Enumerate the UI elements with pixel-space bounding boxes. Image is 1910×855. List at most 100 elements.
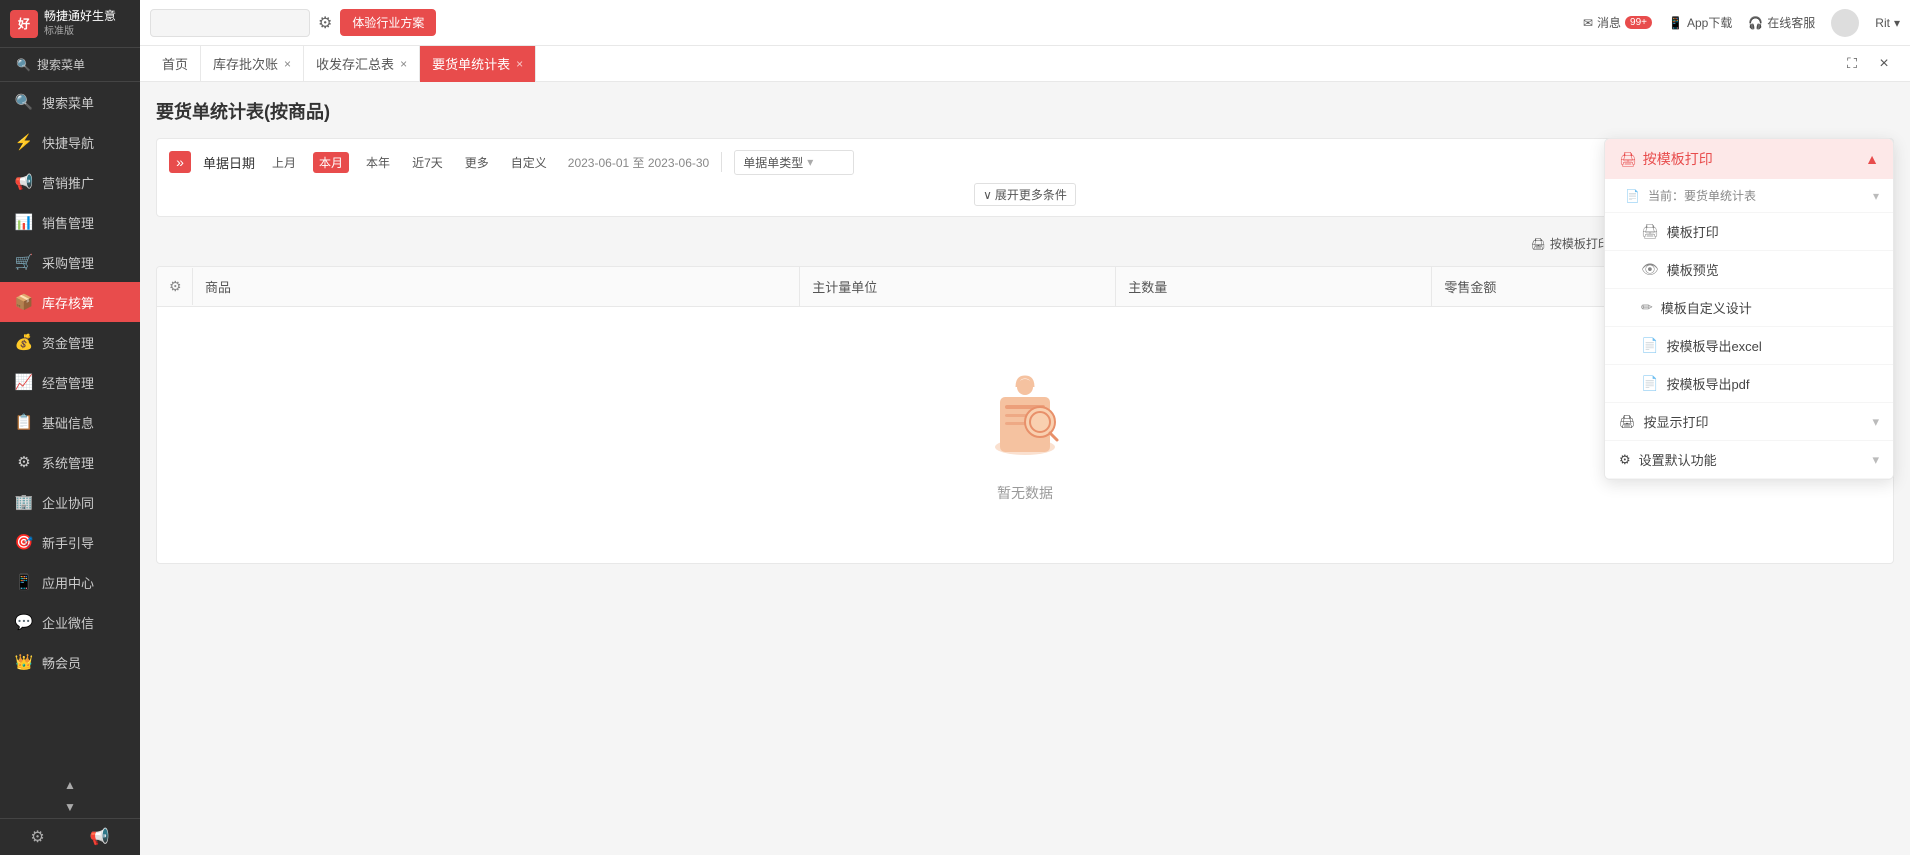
online-service-button[interactable]: 🎧 在线客服 xyxy=(1748,14,1815,31)
tabs-window-max-button[interactable]: ⛶ xyxy=(1836,46,1868,82)
sidebar-item-appstore[interactable]: 📱 应用中心 xyxy=(0,562,140,602)
sidebar-item-member[interactable]: 👑 畅会员 xyxy=(0,642,140,682)
sidebar-scroll-down[interactable]: ▼ xyxy=(0,796,140,818)
date-btn-this-month[interactable]: 本月 xyxy=(313,152,349,173)
message-button[interactable]: ✉ 消息 99+ xyxy=(1583,14,1652,31)
print-current-item[interactable]: 📄 当前：要货单统计表 ▾ xyxy=(1605,179,1893,213)
tab-batch-account-close[interactable]: × xyxy=(284,57,291,71)
date-btn-this-year[interactable]: 本年 xyxy=(361,152,395,173)
print-icon: 🖨 xyxy=(1531,237,1546,251)
tabs-bar: 首页 库存批次账 × 收发存汇总表 × 要货单统计表 × ⛶ × xyxy=(140,46,1910,82)
main-area: ⚙ 体验行业方案 ✉ 消息 99+ 📱 App下载 🎧 在线客服 Rit ▾ xyxy=(140,0,1910,855)
sidebar-item-operations[interactable]: 📈 经营管理 xyxy=(0,362,140,402)
export-excel-label: 按模板导出excel xyxy=(1666,336,1879,355)
appstore-label: 应用中心 xyxy=(42,573,94,592)
tab-order-stats-close[interactable]: × xyxy=(516,57,523,71)
topbar-search-box[interactable] xyxy=(150,9,310,37)
wecom-label: 企业微信 xyxy=(42,613,94,632)
print-header-left: 🖨 按模板打印 xyxy=(1619,149,1713,169)
date-btn-7days[interactable]: 近7天 xyxy=(407,152,448,173)
search-label: 搜索菜单 xyxy=(42,93,94,112)
sidebar-item-guide[interactable]: 🎯 新手引导 xyxy=(0,522,140,562)
display-section-label: 按显示打印 xyxy=(1644,412,1709,431)
print-display-section[interactable]: 🖨 按显示打印 ▾ xyxy=(1605,403,1893,441)
enterprise-label: 企业协同 xyxy=(42,493,94,512)
filter-divider xyxy=(721,152,722,172)
print-template-print-item[interactable]: 🖨 模板打印 xyxy=(1605,213,1893,251)
print-header-chevron-icon: ▲ xyxy=(1865,151,1879,167)
page-title: 要货单统计表(按商品) xyxy=(156,98,1894,124)
sales-label: 销售管理 xyxy=(42,213,94,232)
table-settings-icon[interactable]: ⚙ xyxy=(169,278,182,294)
date-btn-more[interactable]: 更多 xyxy=(460,152,494,173)
app-download-button[interactable]: 📱 App下载 xyxy=(1668,14,1732,31)
tab-collect-summary-close[interactable]: × xyxy=(400,57,407,71)
sidebar-item-search[interactable]: 🔍 搜索菜单 xyxy=(0,82,140,122)
sidebar-item-inventory[interactable]: 📦 库存核算 xyxy=(0,282,140,322)
tab-collect-summary-label: 收发存汇总表 xyxy=(316,54,394,73)
sidebar-item-marketing[interactable]: 📢 营销推广 xyxy=(0,162,140,202)
system-icon: ⚙ xyxy=(14,452,34,472)
tab-batch-account[interactable]: 库存批次账 × xyxy=(201,46,304,82)
print-template-custom-item[interactable]: ✏ 模板自定义设计 xyxy=(1605,289,1893,327)
message-icon: ✉ xyxy=(1583,16,1593,30)
expand-conditions-button[interactable]: ∨ 展开更多条件 xyxy=(974,183,1076,206)
guide-label: 新手引导 xyxy=(42,533,94,552)
content-area: 要货单统计表(按商品) » 单据日期 上月 本月 本年 近7天 更多 自定义 2… xyxy=(140,82,1910,855)
topbar-settings-icon[interactable]: ⚙ xyxy=(318,13,332,33)
user-avatar[interactable] xyxy=(1831,9,1859,37)
marketing-label: 营销推广 xyxy=(42,173,94,192)
sidebar-item-finance[interactable]: 💰 资金管理 xyxy=(0,322,140,362)
app-download-icon: 📱 xyxy=(1668,16,1683,30)
print-export-pdf-item[interactable]: 📄 按模板导出pdf xyxy=(1605,365,1893,403)
sidebar-item-wecom[interactable]: 💬 企业微信 xyxy=(0,602,140,642)
empty-text: 暂无数据 xyxy=(997,483,1053,503)
print-export-excel-item[interactable]: 📄 按模板导出excel xyxy=(1605,327,1893,365)
quicknav-icon: ⚡ xyxy=(14,132,34,152)
order-type-select[interactable]: 单据单类型 ▾ xyxy=(734,150,854,175)
date-btn-custom[interactable]: 自定义 xyxy=(506,152,552,173)
template-custom-label: 模板自定义设计 xyxy=(1661,298,1879,317)
order-type-label: 单据单类型 xyxy=(743,154,803,171)
th-goods: 商品 xyxy=(193,267,800,306)
sidebar-item-sales[interactable]: 📊 销售管理 xyxy=(0,202,140,242)
topbar-search-input[interactable] xyxy=(159,16,301,30)
sidebar-search-trigger[interactable]: 🔍 搜索菜单 xyxy=(0,48,140,82)
search-icon: 🔍 xyxy=(14,92,34,112)
sidebar-item-enterprise[interactable]: 🏢 企业协同 xyxy=(0,482,140,522)
finance-icon: 💰 xyxy=(14,332,34,352)
filter-toggle-button[interactable]: » xyxy=(169,151,191,173)
basic-label: 基础信息 xyxy=(42,413,94,432)
settings-footer-button[interactable]: ⚙ xyxy=(30,827,44,847)
sidebar-item-purchase[interactable]: 🛒 采购管理 xyxy=(0,242,140,282)
sidebar-item-system[interactable]: ⚙ 系统管理 xyxy=(0,442,140,482)
tab-home-label: 首页 xyxy=(162,54,188,73)
tab-home[interactable]: 首页 xyxy=(150,46,201,82)
tab-collect-summary[interactable]: 收发存汇总表 × xyxy=(304,46,420,82)
current-item-label: 当前：要货单统计表 xyxy=(1648,187,1756,204)
enterprise-icon: 🏢 xyxy=(14,492,34,512)
display-section-left: 🖨 按显示打印 xyxy=(1619,412,1709,431)
operations-icon: 📈 xyxy=(14,372,34,392)
industry-solution-button[interactable]: 体验行业方案 xyxy=(340,9,436,36)
th-checkbox: ⚙ xyxy=(157,268,193,305)
sidebar-item-quicknav[interactable]: ⚡ 快捷导航 xyxy=(0,122,140,162)
template-print-icon: 🖨 xyxy=(1641,223,1659,240)
th-qty: 主数量 xyxy=(1116,267,1432,306)
purchase-label: 采购管理 xyxy=(42,253,94,272)
tab-order-stats[interactable]: 要货单统计表 × xyxy=(420,46,536,82)
tabs-close-button[interactable]: × xyxy=(1868,46,1900,82)
inventory-label: 库存核算 xyxy=(42,293,94,312)
speaker-footer-button[interactable]: 📢 xyxy=(90,827,110,847)
print-dropdown-header[interactable]: 🖨 按模板打印 ▲ xyxy=(1605,139,1893,179)
print-current-left: 📄 当前：要货单统计表 xyxy=(1625,187,1756,204)
quicknav-label: 快捷导航 xyxy=(42,133,94,152)
print-template-preview-item[interactable]: 👁 模板预览 xyxy=(1605,251,1893,289)
sidebar-scroll-up[interactable]: ▲ xyxy=(0,774,140,796)
sidebar-item-basic[interactable]: 📋 基础信息 xyxy=(0,402,140,442)
export-pdf-icon: 📄 xyxy=(1641,375,1658,392)
user-name[interactable]: Rit ▾ xyxy=(1875,16,1900,30)
template-custom-icon: ✏ xyxy=(1641,299,1653,316)
date-btn-prev-month[interactable]: 上月 xyxy=(267,152,301,173)
print-default-section[interactable]: ⚙ 设置默认功能 ▾ xyxy=(1605,441,1893,479)
